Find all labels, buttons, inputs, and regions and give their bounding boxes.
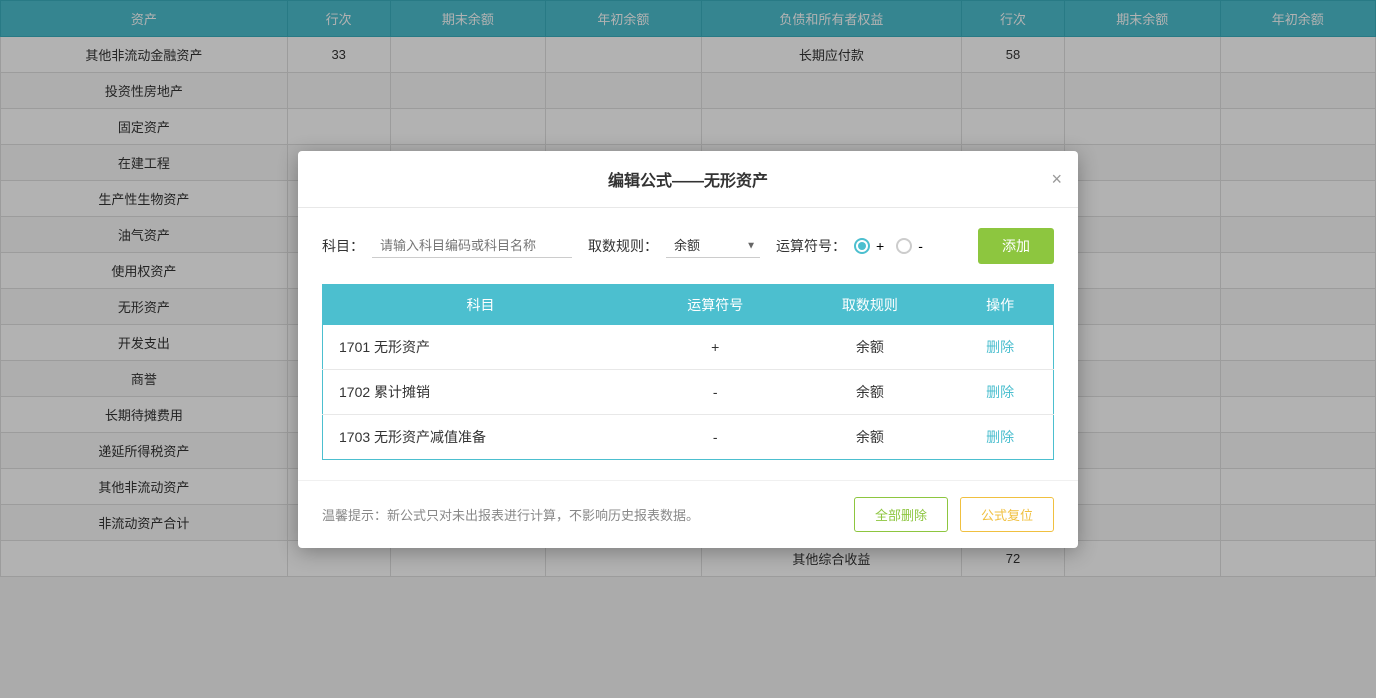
modal-overlay: 编辑公式——无形资产 × 科目： 取数规则： 余额 借方发生额 [0, 0, 1376, 698]
row-action: 删除 [947, 325, 1053, 370]
rule-select-wrapper[interactable]: 余额 借方发生额 贷方发生额 期初余额 ▼ [666, 234, 760, 258]
table-row: 1703 无形资产减值准备 - 余额 删除 [323, 414, 1054, 459]
add-button[interactable]: 添加 [978, 228, 1054, 264]
row-subject: 1702 累计摊销 [323, 369, 638, 414]
row-rule: 余额 [793, 325, 948, 370]
row-action: 删除 [947, 369, 1053, 414]
row-rule: 余额 [793, 369, 948, 414]
radio-group: + - [854, 238, 923, 254]
rule-label: 取数规则： [588, 236, 658, 256]
radio-minus-circle[interactable] [896, 238, 912, 254]
row-operator: - [638, 414, 793, 459]
radio-minus-label: - [918, 238, 923, 254]
col-rule: 取数规则 [793, 284, 948, 325]
hint-text: 温馨提示：新公式只对未出报表进行计算，不影响历史报表数据。 [322, 505, 699, 524]
radio-minus[interactable]: - [896, 238, 923, 254]
row-rule: 余额 [793, 414, 948, 459]
modal-dialog: 编辑公式——无形资产 × 科目： 取数规则： 余额 借方发生额 [298, 151, 1078, 548]
rule-select[interactable]: 余额 借方发生额 贷方发生额 期初余额 [666, 234, 760, 258]
col-action: 操作 [947, 284, 1053, 325]
col-subject: 科目 [323, 284, 638, 325]
modal-body: 科目： 取数规则： 余额 借方发生额 贷方发生额 期初余额 ▼ [298, 208, 1078, 480]
row-subject: 1703 无形资产减值准备 [323, 414, 638, 459]
row-operator: + [638, 325, 793, 370]
form-row: 科目： 取数规则： 余额 借方发生额 贷方发生额 期初余额 ▼ [322, 228, 1054, 264]
modal-footer: 温馨提示：新公式只对未出报表进行计算，不影响历史报表数据。 全部删除 公式复位 [298, 480, 1078, 548]
modal-title: 编辑公式——无形资产 [608, 173, 768, 190]
modal-header: 编辑公式——无形资产 × [298, 151, 1078, 208]
subject-input[interactable] [372, 234, 572, 258]
table-row: 1701 无形资产 + 余额 删除 [323, 325, 1054, 370]
radio-plus-circle[interactable] [854, 238, 870, 254]
col-operator: 运算符号 [638, 284, 793, 325]
radio-plus[interactable]: + [854, 238, 884, 254]
delete-all-button[interactable]: 全部删除 [854, 497, 948, 532]
row-subject: 1701 无形资产 [323, 325, 638, 370]
radio-plus-label: + [876, 238, 884, 254]
delete-link[interactable]: 删除 [986, 384, 1014, 400]
operator-group: 运算符号： + - [776, 236, 923, 256]
subject-group: 科目： [322, 234, 572, 258]
modal-close-button[interactable]: × [1051, 170, 1062, 188]
formula-table: 科目 运算符号 取数规则 操作 1701 无形资产 + 余额 删除 [322, 284, 1054, 460]
row-action: 删除 [947, 414, 1053, 459]
subject-label: 科目： [322, 236, 364, 256]
delete-link[interactable]: 删除 [986, 429, 1014, 445]
table-row: 1702 累计摊销 - 余额 删除 [323, 369, 1054, 414]
delete-link[interactable]: 删除 [986, 339, 1014, 355]
reset-button[interactable]: 公式复位 [960, 497, 1054, 532]
rule-group: 取数规则： 余额 借方发生额 贷方发生额 期初余额 ▼ [588, 234, 760, 258]
operator-label: 运算符号： [776, 236, 846, 256]
row-operator: - [638, 369, 793, 414]
footer-buttons: 全部删除 公式复位 [854, 497, 1054, 532]
